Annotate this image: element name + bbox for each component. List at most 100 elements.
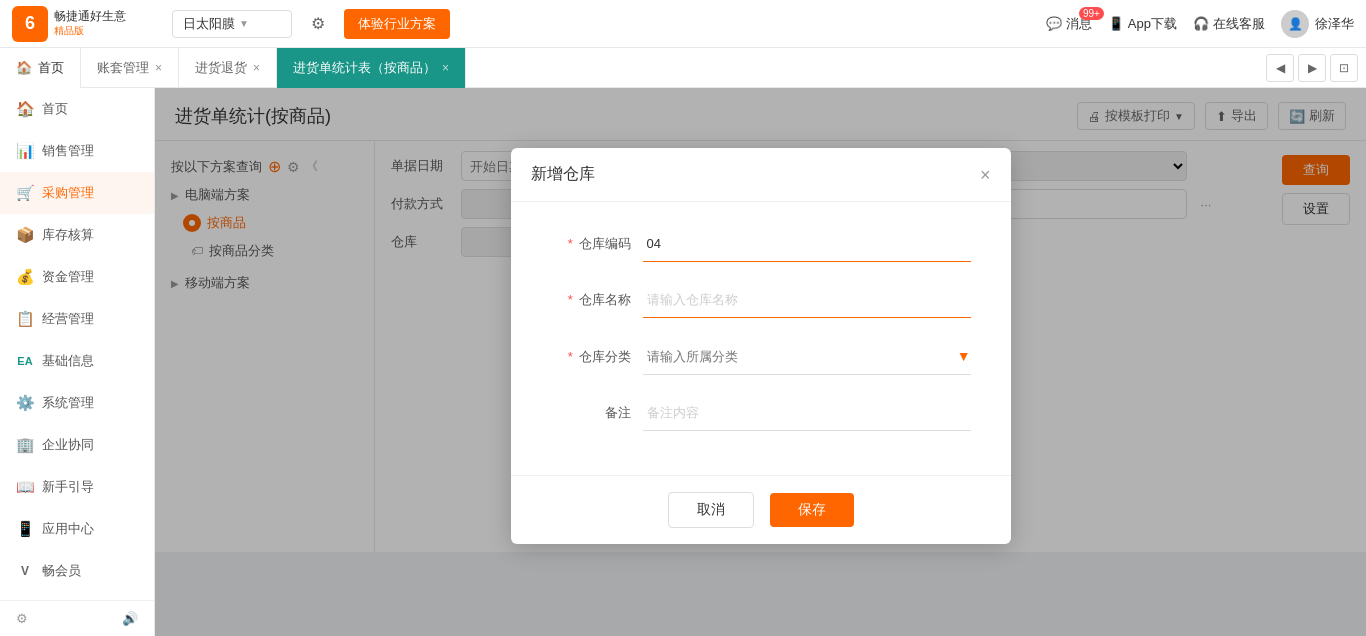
- messages-button[interactable]: 💬 消息 99+: [1046, 15, 1092, 33]
- sales-icon: 📊: [16, 142, 34, 160]
- brand-name: 畅捷通好生意: [54, 9, 126, 25]
- sidebar-purchase-label: 采购管理: [42, 184, 94, 202]
- name-label-text: 仓库名称: [579, 292, 631, 307]
- sidebar-item-basic-info[interactable]: EA 基础信息: [0, 340, 154, 382]
- headphone-icon: 🎧: [1193, 16, 1209, 31]
- chevron-down-icon: ▼: [239, 18, 249, 29]
- sidebar-item-home[interactable]: 🏠 首页: [0, 88, 154, 130]
- tab-bar: 🏠 首页 账套管理 × 进货退货 × 进货单统计表（按商品） × ◀ ▶ ⊡: [0, 48, 1366, 88]
- enterprise-icon: 🏢: [16, 436, 34, 454]
- content-area: 进货单统计(按商品) 🖨 按模板打印 ▼ ⬆ 导出 🔄 刷新: [155, 88, 1366, 636]
- system-icon: ⚙️: [16, 394, 34, 412]
- cancel-button[interactable]: 取消: [668, 492, 754, 528]
- user-area[interactable]: 👤 徐泽华: [1281, 10, 1354, 38]
- volume-icon[interactable]: 🔊: [122, 611, 138, 626]
- sidebar-item-sales[interactable]: 📊 销售管理: [0, 130, 154, 172]
- form-category-label: * 仓库分类: [551, 348, 631, 366]
- warehouse-code-input[interactable]: [643, 226, 971, 262]
- finance-icon: 💰: [16, 268, 34, 286]
- gear-button[interactable]: ⚙: [302, 8, 334, 40]
- dialog-header: 新增仓库 ×: [511, 148, 1011, 202]
- sidebar-inventory-label: 库存核算: [42, 226, 94, 244]
- form-row-category: * 仓库分类 ▼: [551, 338, 971, 375]
- sidebar-finance-label: 资金管理: [42, 268, 94, 286]
- form-name-label: * 仓库名称: [551, 291, 631, 309]
- purchase-icon: 🛒: [16, 184, 34, 202]
- sidebar-item-operations[interactable]: 📋 经营管理: [0, 298, 154, 340]
- store-name: 日太阳膜: [183, 15, 235, 33]
- category-input[interactable]: [643, 338, 957, 374]
- tab-purchase-stats-label: 进货单统计表（按商品）: [293, 59, 436, 77]
- save-button[interactable]: 保存: [770, 493, 854, 527]
- dialog-close-button[interactable]: ×: [980, 166, 991, 184]
- sidebar-item-system[interactable]: ⚙️ 系统管理: [0, 382, 154, 424]
- brand-text: 畅捷通好生意 精品版: [54, 9, 126, 39]
- settings-icon[interactable]: ⚙: [16, 611, 28, 626]
- new-warehouse-dialog: 新增仓库 × * 仓库编码 *: [511, 148, 1011, 544]
- tab-purchase-return[interactable]: 进货退货 ×: [179, 48, 277, 88]
- online-service-button[interactable]: 🎧 在线客服: [1193, 15, 1265, 33]
- top-right-actions: 💬 消息 99+ 📱 App下载 🎧 在线客服 👤 徐泽华: [1046, 10, 1354, 38]
- message-icon: 💬: [1046, 16, 1062, 31]
- warehouse-name-input[interactable]: [643, 282, 971, 318]
- app-label: App下载: [1128, 15, 1177, 33]
- store-selector[interactable]: 日太阳膜 ▼: [172, 10, 292, 38]
- sidebar-basic-info-label: 基础信息: [42, 352, 94, 370]
- inventory-icon: 📦: [16, 226, 34, 244]
- sidebar-item-purchase[interactable]: 🛒 采购管理: [0, 172, 154, 214]
- sidebar-vip-label: 畅会员: [42, 562, 81, 580]
- tab-purchase-stats[interactable]: 进货单统计表（按商品） ×: [277, 48, 466, 88]
- dialog-body: * 仓库编码 * 仓库名称: [511, 202, 1011, 475]
- sidebar-item-inventory[interactable]: 📦 库存核算: [0, 214, 154, 256]
- tab-more-button[interactable]: ⊡: [1330, 54, 1358, 82]
- try-btn[interactable]: 体验行业方案: [344, 9, 450, 39]
- vip-icon: V: [16, 562, 34, 580]
- service-label: 在线客服: [1213, 15, 1265, 33]
- remark-label-text: 备注: [605, 405, 631, 420]
- tab-accounts[interactable]: 账套管理 ×: [81, 48, 179, 88]
- tab-close-icon[interactable]: ×: [442, 61, 449, 75]
- apps-icon: 📱: [16, 520, 34, 538]
- form-row-remark: 备注: [551, 395, 971, 431]
- tab-next-button[interactable]: ▶: [1298, 54, 1326, 82]
- sidebar-enterprise-label: 企业协同: [42, 436, 94, 454]
- required-marker: *: [568, 236, 573, 251]
- form-code-label: * 仓库编码: [551, 235, 631, 253]
- home-icon: 🏠: [16, 100, 34, 118]
- operations-icon: 📋: [16, 310, 34, 328]
- tab-close-icon[interactable]: ×: [155, 61, 162, 75]
- sidebar-apps-label: 应用中心: [42, 520, 94, 538]
- user-name: 徐泽华: [1315, 15, 1354, 33]
- form-remark-label: 备注: [551, 404, 631, 422]
- tab-home-label: 首页: [38, 59, 64, 77]
- required-marker-cat: *: [568, 349, 573, 364]
- basic-info-icon: EA: [16, 352, 34, 370]
- dialog-footer: 取消 保存: [511, 475, 1011, 544]
- tab-actions: ◀ ▶ ⊡: [1258, 54, 1366, 82]
- tab-close-icon[interactable]: ×: [253, 61, 260, 75]
- sidebar-item-finance[interactable]: 💰 资金管理: [0, 256, 154, 298]
- sidebar-system-label: 系统管理: [42, 394, 94, 412]
- category-label-text: 仓库分类: [579, 349, 631, 364]
- tab-home[interactable]: 🏠 首页: [0, 48, 81, 88]
- form-row-code: * 仓库编码: [551, 226, 971, 262]
- avatar: 👤: [1281, 10, 1309, 38]
- sidebar-item-enterprise[interactable]: 🏢 企业协同: [0, 424, 154, 466]
- sidebar-item-apps[interactable]: 📱 应用中心: [0, 508, 154, 550]
- code-label-text: 仓库编码: [579, 236, 631, 251]
- sidebar-item-guide[interactable]: 📖 新手引导: [0, 466, 154, 508]
- sidebar-item-vip[interactable]: V 畅会员: [0, 550, 154, 592]
- sidebar-home-label: 首页: [42, 100, 68, 118]
- messages-badge: 99+: [1079, 7, 1104, 20]
- select-arrow-icon: ▼: [957, 348, 971, 364]
- form-row-name: * 仓库名称: [551, 282, 971, 318]
- main-layout: 🏠 首页 📊 销售管理 🛒 采购管理 📦 库存核算 💰 资金管理 📋 经营管理 …: [0, 88, 1366, 636]
- guide-icon: 📖: [16, 478, 34, 496]
- sidebar-sales-label: 销售管理: [42, 142, 94, 160]
- sidebar-guide-label: 新手引导: [42, 478, 94, 496]
- app-download-button[interactable]: 📱 App下载: [1108, 15, 1177, 33]
- tab-prev-button[interactable]: ◀: [1266, 54, 1294, 82]
- warehouse-category-select[interactable]: ▼: [643, 338, 971, 375]
- sidebar: 🏠 首页 📊 销售管理 🛒 采购管理 📦 库存核算 💰 资金管理 📋 经营管理 …: [0, 88, 155, 636]
- remark-input[interactable]: [643, 395, 971, 431]
